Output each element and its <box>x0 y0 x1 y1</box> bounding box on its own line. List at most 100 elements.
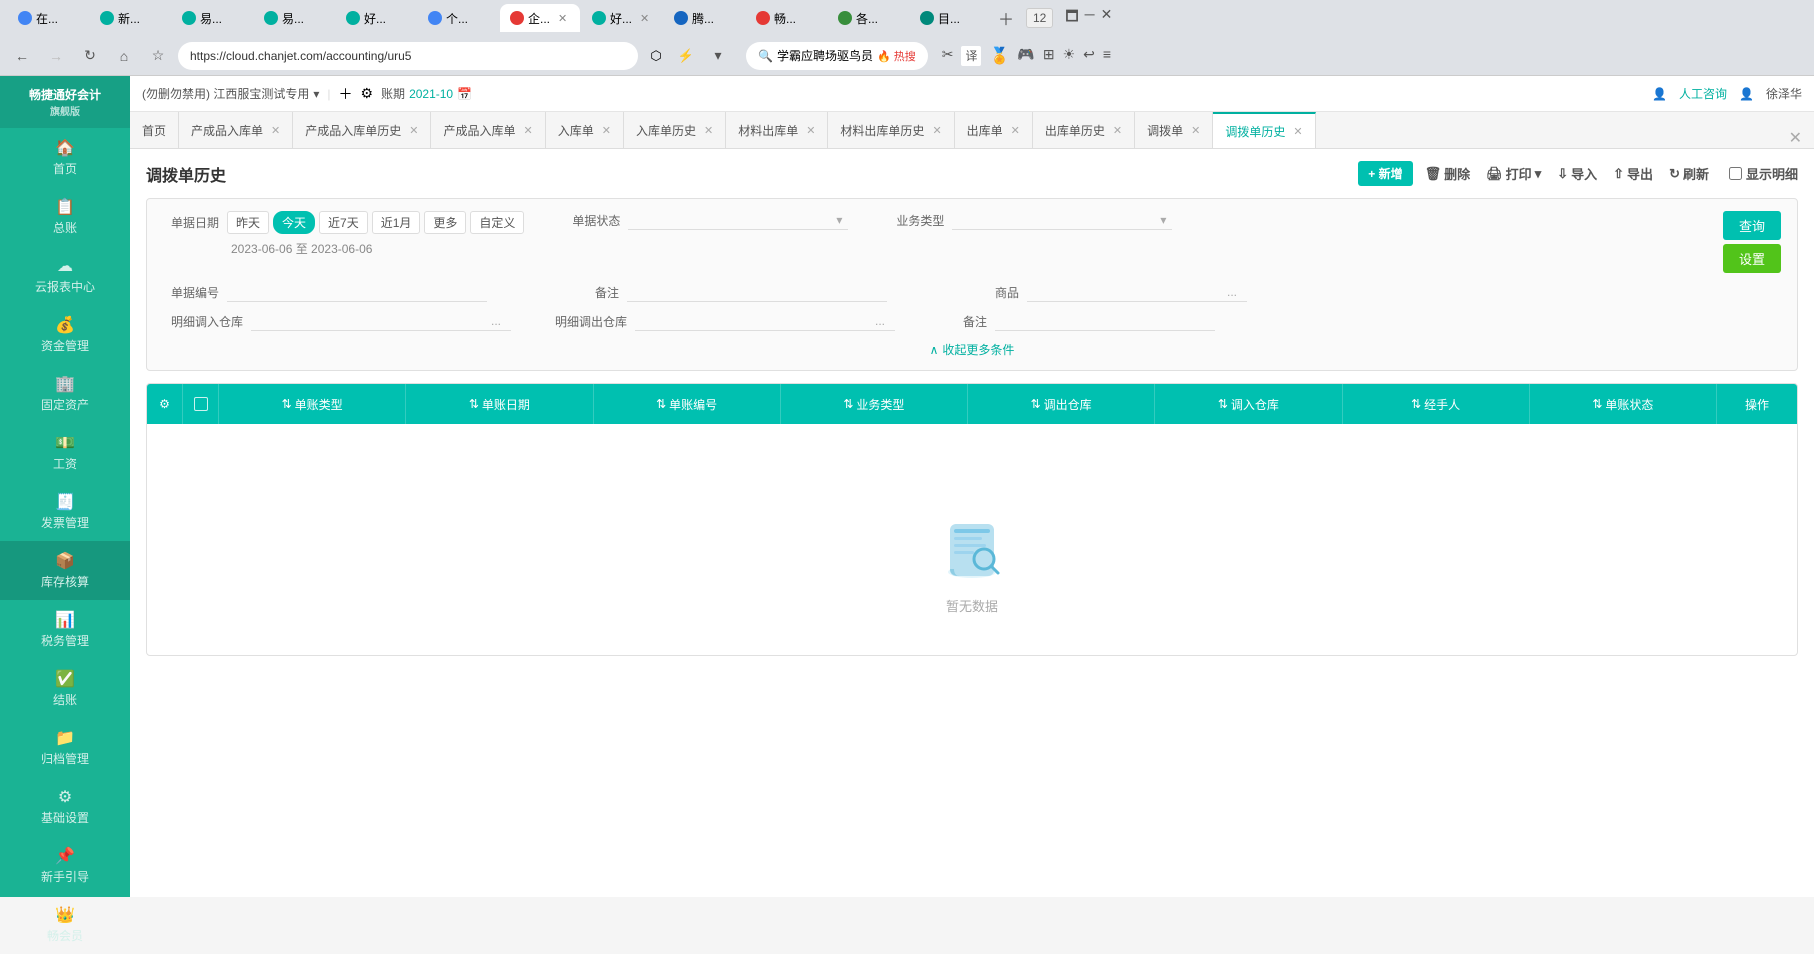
sidebar-item-invoice[interactable]: 🧾 发票管理 <box>0 482 130 541</box>
tab-material-outbound-history-close[interactable]: ✕ <box>932 124 941 137</box>
sidebar-item-closing[interactable]: ✅ 结账 <box>0 659 130 718</box>
tab-transfer[interactable]: 调拨单 ✕ <box>1135 112 1213 148</box>
browser-tab-3[interactable]: 易... <box>172 4 252 32</box>
select-all-checkbox[interactable] <box>194 397 208 411</box>
new-tab-button[interactable]: ＋ <box>994 6 1018 30</box>
refresh-button[interactable]: ↻ <box>76 42 104 70</box>
query-button[interactable]: 查询 <box>1723 211 1781 240</box>
tab-outbound-history[interactable]: 出库单历史 ✕ <box>1033 112 1135 148</box>
settings-gear-icon[interactable]: ⚙ <box>360 85 373 102</box>
browser-tab-7-active[interactable]: 企... ✕ <box>500 4 580 32</box>
extensions-icon[interactable]: ⬡ <box>644 44 668 68</box>
browser-tab-10[interactable]: 畅... <box>746 4 826 32</box>
sidebar-item-funds[interactable]: 💰 资金管理 <box>0 305 130 364</box>
new-button[interactable]: + 新增 <box>1358 161 1412 186</box>
browser-tab-8[interactable]: 好... ✕ <box>582 4 662 32</box>
undo-icon[interactable]: ↩ <box>1083 46 1095 66</box>
tab-transfer-history-close[interactable]: ✕ <box>1293 125 1302 138</box>
grid-icon[interactable]: ⊞ <box>1043 46 1055 66</box>
browser-tab-5[interactable]: 好... <box>336 4 416 32</box>
dropdown-icon[interactable]: ▾ <box>704 42 732 70</box>
lightning-icon[interactable]: ⚡ <box>674 44 698 68</box>
period-selector[interactable]: 账期 2021-10 📅 <box>381 85 472 102</box>
user-service-label[interactable]: 人工咨询 <box>1679 85 1727 102</box>
remark-input[interactable] <box>627 283 887 302</box>
sidebar-item-reports[interactable]: ☁ 云报表中心 <box>0 246 130 305</box>
th-doc-type[interactable]: ⇅ 单账类型 <box>219 384 406 424</box>
sidebar-item-ledger[interactable]: 📋 总账 <box>0 187 130 246</box>
date-btn-month1[interactable]: 近1月 <box>372 211 421 234</box>
close-window-icon[interactable]: ✕ <box>1101 6 1113 30</box>
th-doc-status[interactable]: ⇅ 单账状态 <box>1530 384 1717 424</box>
tab-finished-goods-inbound2-close[interactable]: ✕ <box>524 124 533 137</box>
date-btn-yesterday[interactable]: 昨天 <box>227 211 269 234</box>
th-settings[interactable]: ⚙ <box>147 384 183 424</box>
close-all-tabs[interactable]: ✕ <box>1777 128 1814 148</box>
date-btn-today[interactable]: 今天 <box>273 211 315 234</box>
username-label[interactable]: 徐泽华 <box>1766 85 1802 102</box>
th-doc-date[interactable]: ⇅ 单账日期 <box>406 384 593 424</box>
browser-tab-2[interactable]: 新... <box>90 4 170 32</box>
biztype-select[interactable]: ▾ <box>952 211 1172 230</box>
sidebar-item-archive[interactable]: 📁 归档管理 <box>0 718 130 777</box>
address-input[interactable] <box>178 42 638 70</box>
date-btn-more[interactable]: 更多 <box>424 211 466 234</box>
scissors-icon[interactable]: ✂ <box>942 46 954 66</box>
refresh-button[interactable]: ↻ 刷新 <box>1665 164 1713 183</box>
sidebar-item-assets[interactable]: 🏢 固定资产 <box>0 364 130 423</box>
th-handler[interactable]: ⇅ 经手人 <box>1343 384 1530 424</box>
th-in-warehouse[interactable]: ⇅ 调入仓库 <box>1155 384 1342 424</box>
display-toggle-checkbox[interactable] <box>1729 167 1742 180</box>
browser-tab-12[interactable]: 目... <box>910 4 990 32</box>
browser-tab-1[interactable]: 在... <box>8 4 88 32</box>
filter-settings-button[interactable]: 设置 <box>1723 244 1781 273</box>
th-checkbox[interactable] <box>183 384 219 424</box>
browser-tab-6[interactable]: 个... <box>418 4 498 32</box>
tab-inbound-close[interactable]: ✕ <box>602 124 611 137</box>
company-selector[interactable]: (勿删勿禁用) 江西服宝测试专用 ▾ <box>142 85 319 102</box>
import-button[interactable]: ⇩ 导入 <box>1553 164 1601 183</box>
tab-transfer-close[interactable]: ✕ <box>1191 124 1200 137</box>
window-controls[interactable]: 🗖 ─ ✕ <box>1065 6 1112 30</box>
back-button[interactable]: ← <box>8 42 36 70</box>
browser-tab-11[interactable]: 各... <box>828 4 908 32</box>
search-area[interactable]: 🔍 学霸应聘场驱鸟员 🔥 热搜 <box>746 42 928 70</box>
th-doc-num[interactable]: ⇅ 单账编号 <box>594 384 781 424</box>
add-company-icon[interactable]: ＋ <box>338 84 352 104</box>
tab-inbound[interactable]: 入库单 ✕ <box>546 112 624 148</box>
sidebar-item-settings[interactable]: ⚙ 基础设置 <box>0 777 130 836</box>
sidebar-item-home[interactable]: 🏠 首页 <box>0 128 130 187</box>
tab-finished-goods-inbound-close[interactable]: ✕ <box>271 124 280 137</box>
tab-finished-goods-inbound-history[interactable]: 产成品入库单历史 ✕ <box>293 112 431 148</box>
detail-inwh-ellipsis-btn[interactable]: ... <box>491 314 501 328</box>
tab-transfer-history[interactable]: 调拨单历史 ✕ <box>1213 112 1315 148</box>
translate-icon[interactable]: 译 <box>961 46 981 66</box>
goods-input[interactable] <box>1027 283 1227 301</box>
tab-outbound[interactable]: 出库单 ✕ <box>955 112 1033 148</box>
print-button[interactable]: 🖨 打印 ▾ <box>1482 164 1545 183</box>
game-icon[interactable]: 🎮 <box>1017 46 1034 66</box>
tab-outbound-history-close[interactable]: ✕ <box>1113 124 1122 137</box>
th-out-warehouse[interactable]: ⇅ 调出仓库 <box>968 384 1155 424</box>
tab-finished-goods-inbound-history-close[interactable]: ✕ <box>409 124 418 137</box>
date-btn-custom[interactable]: 自定义 <box>470 211 524 234</box>
brightness-icon[interactable]: ☀ <box>1063 46 1076 66</box>
tab-material-outbound-history[interactable]: 材料出库单历史 ✕ <box>828 112 954 148</box>
home-button[interactable]: ⌂ <box>110 42 138 70</box>
delete-button[interactable]: 🗑 删除 <box>1421 164 1475 183</box>
forward-button[interactable]: → <box>42 42 70 70</box>
tab-home[interactable]: 首页 <box>130 112 179 148</box>
detail-outwh-ellipsis-btn[interactable]: ... <box>875 314 885 328</box>
collapse-button[interactable]: ∧ 收起更多条件 <box>930 341 1015 358</box>
browser-tab-4[interactable]: 易... <box>254 4 334 32</box>
sidebar-item-inventory[interactable]: 📦 库存核算 <box>0 541 130 600</box>
tab-inbound-history-close[interactable]: ✕ <box>704 124 713 137</box>
tab-outbound-close[interactable]: ✕ <box>1011 124 1020 137</box>
bookmark-button[interactable]: ☆ <box>144 42 172 70</box>
th-biz-type[interactable]: ⇅ 业务类型 <box>781 384 968 424</box>
sidebar-item-guide[interactable]: 📌 新手引导 <box>0 836 130 895</box>
minimize-icon[interactable]: ─ <box>1085 6 1095 30</box>
app-logo[interactable]: 畅捷通好会计 旗舰版 <box>0 76 130 128</box>
tab-finished-goods-inbound[interactable]: 产成品入库单 ✕ <box>179 112 293 148</box>
browser-tab-9[interactable]: 腾... <box>664 4 744 32</box>
